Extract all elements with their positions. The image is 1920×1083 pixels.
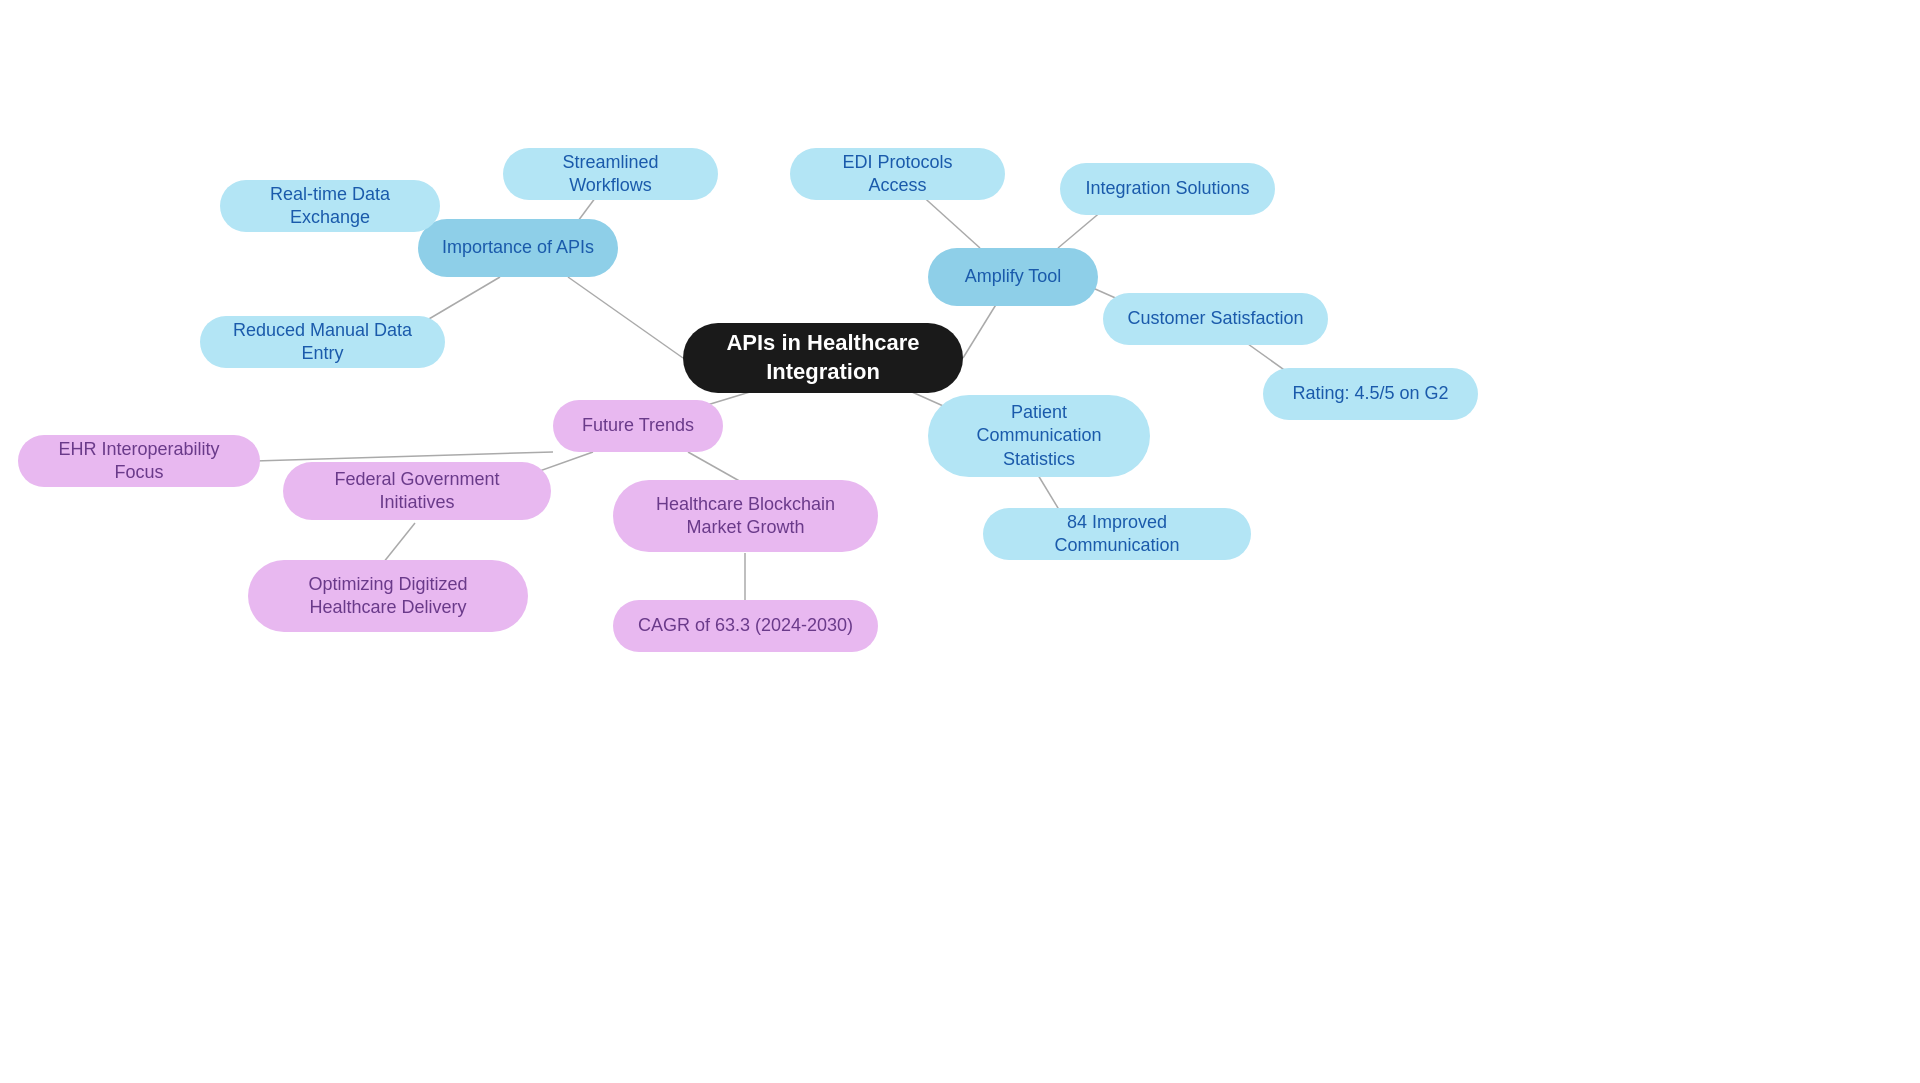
edi-protocols-node: EDI Protocols Access	[790, 148, 1005, 200]
customer-satisfaction-node: Customer Satisfaction	[1103, 293, 1328, 345]
amplify-tool-node: Amplify Tool	[928, 248, 1098, 306]
streamlined-workflows-node: Streamlined Workflows	[503, 148, 718, 200]
rating-node: Rating: 4.5/5 on G2	[1263, 368, 1478, 420]
real-time-data-node: Real-time Data Exchange	[220, 180, 440, 232]
svg-line-0	[568, 277, 683, 358]
improved-comm-node: 84 Improved Communication	[983, 508, 1251, 560]
svg-line-12	[383, 523, 415, 563]
blockchain-node: Healthcare Blockchain Market Growth	[613, 480, 878, 552]
importance-apis-node: Importance of APIs	[418, 219, 618, 277]
cagr-node: CAGR of 63.3 (2024-2030)	[613, 600, 878, 652]
integration-solutions-node: Integration Solutions	[1060, 163, 1275, 215]
patient-comm-node: Patient Communication Statistics	[928, 395, 1150, 477]
ehr-focus-node: EHR Interoperability Focus	[18, 435, 260, 487]
federal-gov-node: Federal Government Initiatives	[283, 462, 551, 520]
svg-line-11	[255, 452, 553, 461]
reduced-manual-node: Reduced Manual Data Entry	[200, 316, 445, 368]
center-node: APIs in Healthcare Integration	[683, 323, 963, 393]
future-trends-node: Future Trends	[553, 400, 723, 452]
svg-line-13	[688, 452, 743, 483]
optimizing-node: Optimizing Digitized Healthcare Delivery	[248, 560, 528, 632]
